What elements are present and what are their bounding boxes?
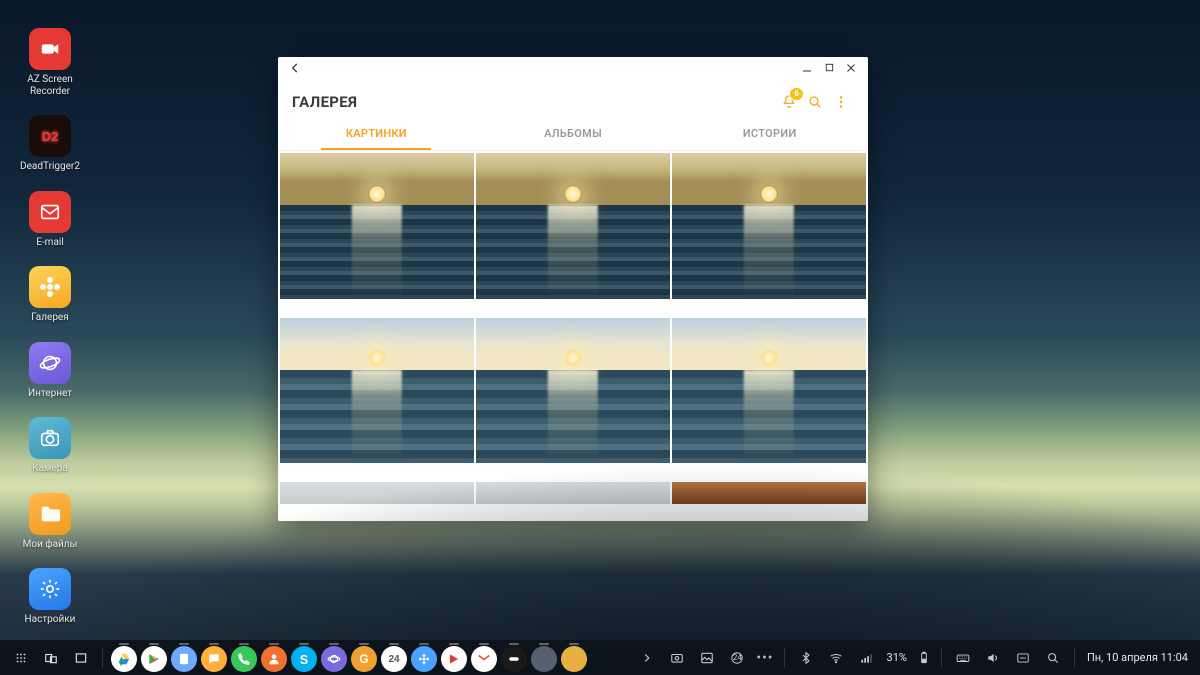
desktop-icon-internet[interactable]: Интернет	[18, 342, 82, 400]
taskbar-app-misc[interactable]	[561, 646, 587, 672]
desktop-icon-label: DeadTrigger2	[20, 161, 80, 173]
task-view-button[interactable]	[68, 645, 94, 671]
image-icon[interactable]	[694, 645, 720, 671]
taskbar-app-playvideo[interactable]	[441, 646, 467, 672]
camera-icon	[29, 417, 71, 459]
back-button[interactable]	[284, 61, 306, 78]
tab-stories[interactable]: ИСТОРИИ	[671, 119, 868, 150]
bluetooth-icon[interactable]	[793, 645, 819, 671]
thumbnail[interactable]	[280, 482, 474, 504]
desktop-icon-label: Галерея	[31, 312, 68, 324]
taskbar-app-oculus[interactable]	[501, 646, 527, 672]
apps-button[interactable]	[8, 645, 34, 671]
screenshot-icon[interactable]	[664, 645, 690, 671]
desktop-icon-label: Камера	[32, 463, 68, 475]
volume-icon[interactable]	[980, 645, 1006, 671]
deadtrigger2-icon: D2	[29, 115, 71, 157]
recents-button[interactable]	[38, 645, 64, 671]
search-tray-icon[interactable]	[1040, 645, 1066, 671]
taskbar-app-messages[interactable]	[201, 646, 227, 672]
desktop-icon-label: E-mail	[36, 237, 64, 249]
desktop-icon-label: AZ Screen Recorder	[27, 74, 73, 97]
desktop-icon-email[interactable]: E-mail	[18, 191, 82, 249]
tray-expand-button[interactable]	[634, 645, 660, 671]
window-titlebar	[278, 57, 868, 81]
desktop-icon-label: Настройки	[25, 614, 76, 626]
tab-pictures[interactable]: КАРТИНКИ	[278, 119, 475, 150]
calendar-day: 24	[733, 653, 742, 662]
taskbar-app-calendar[interactable]: 24	[381, 646, 407, 672]
email-icon	[29, 191, 71, 233]
taskbar-app-gallery2[interactable]	[411, 646, 437, 672]
taskbar-app-phone[interactable]	[231, 646, 257, 672]
taskbar-app-photo[interactable]	[531, 646, 557, 672]
minimize-button[interactable]	[796, 62, 818, 77]
my-files-icon	[29, 493, 71, 535]
gallery-window: ГАЛЕРЕЯ 6 КАРТИНКИАЛЬБОМЫИСТОРИИ	[278, 57, 868, 521]
taskbar-app-skype[interactable]: S	[291, 646, 317, 672]
thumbnail[interactable]	[672, 482, 866, 504]
battery-icon[interactable]	[915, 645, 933, 671]
desktop-icon-gallery[interactable]: Галерея	[18, 266, 82, 324]
close-button[interactable]	[840, 62, 862, 77]
taskbar-app-browser[interactable]	[321, 646, 347, 672]
control-icon[interactable]	[1010, 645, 1036, 671]
taskbar-app-contacts[interactable]	[261, 646, 287, 672]
thumbnail[interactable]	[476, 318, 670, 464]
thumbnail[interactable]	[280, 318, 474, 464]
search-button[interactable]	[802, 89, 828, 115]
maximize-button[interactable]	[818, 62, 840, 76]
desktop-icon-settings[interactable]: Настройки	[18, 568, 82, 626]
taskbar: SG24 24 ••• 31% Пн, 10 апреля 11:04	[0, 640, 1200, 675]
taskbar-app-notes[interactable]	[171, 646, 197, 672]
more-button[interactable]	[828, 89, 854, 115]
internet-icon	[29, 342, 71, 384]
settings-icon	[29, 568, 71, 610]
desktop-icon-deadtrigger2[interactable]: D2 DeadTrigger2	[18, 115, 82, 173]
calendar-tray-icon[interactable]: 24	[724, 645, 750, 671]
app-title: ГАЛЕРЕЯ	[292, 93, 357, 111]
desktop-icon-my-files[interactable]: Мои файлы	[18, 493, 82, 551]
gallery-icon	[29, 266, 71, 308]
az-screen-recorder-icon	[29, 28, 71, 70]
tab-albums[interactable]: АЛЬБОМЫ	[475, 119, 672, 150]
app-header: ГАЛЕРЕЯ 6	[278, 81, 868, 119]
desktop-icon-az-screen-recorder[interactable]: AZ Screen Recorder	[18, 28, 82, 97]
clock-text[interactable]: Пн, 10 апреля 11:04	[1083, 651, 1192, 664]
keyboard-icon[interactable]	[950, 645, 976, 671]
thumbnail-grid	[278, 151, 868, 521]
desktop-icon-camera[interactable]: Камера	[18, 417, 82, 475]
desktop-icons: AZ Screen Recorder D2 DeadTrigger2 E-mail Га…	[18, 28, 82, 626]
battery-text: 31%	[883, 651, 911, 664]
signal-icon[interactable]	[853, 645, 879, 671]
tabs: КАРТИНКИАЛЬБОМЫИСТОРИИ	[278, 119, 868, 151]
tray-overflow-icon[interactable]: •••	[756, 650, 773, 666]
thumbnail[interactable]	[672, 318, 866, 464]
taskbar-app-drive[interactable]	[111, 646, 137, 672]
taskbar-app-geek[interactable]: G	[351, 646, 377, 672]
thumbnail[interactable]	[476, 153, 670, 299]
desktop-icon-label: Интернет	[28, 388, 72, 400]
taskbar-app-play[interactable]	[141, 646, 167, 672]
taskbar-app-gmail[interactable]	[471, 646, 497, 672]
wifi-icon[interactable]	[823, 645, 849, 671]
thumbnail[interactable]	[672, 153, 866, 299]
notifications-button[interactable]: 6	[776, 89, 802, 115]
thumbnail[interactable]	[280, 153, 474, 299]
thumbnail[interactable]	[476, 482, 670, 504]
desktop-icon-label: Мои файлы	[23, 539, 78, 551]
